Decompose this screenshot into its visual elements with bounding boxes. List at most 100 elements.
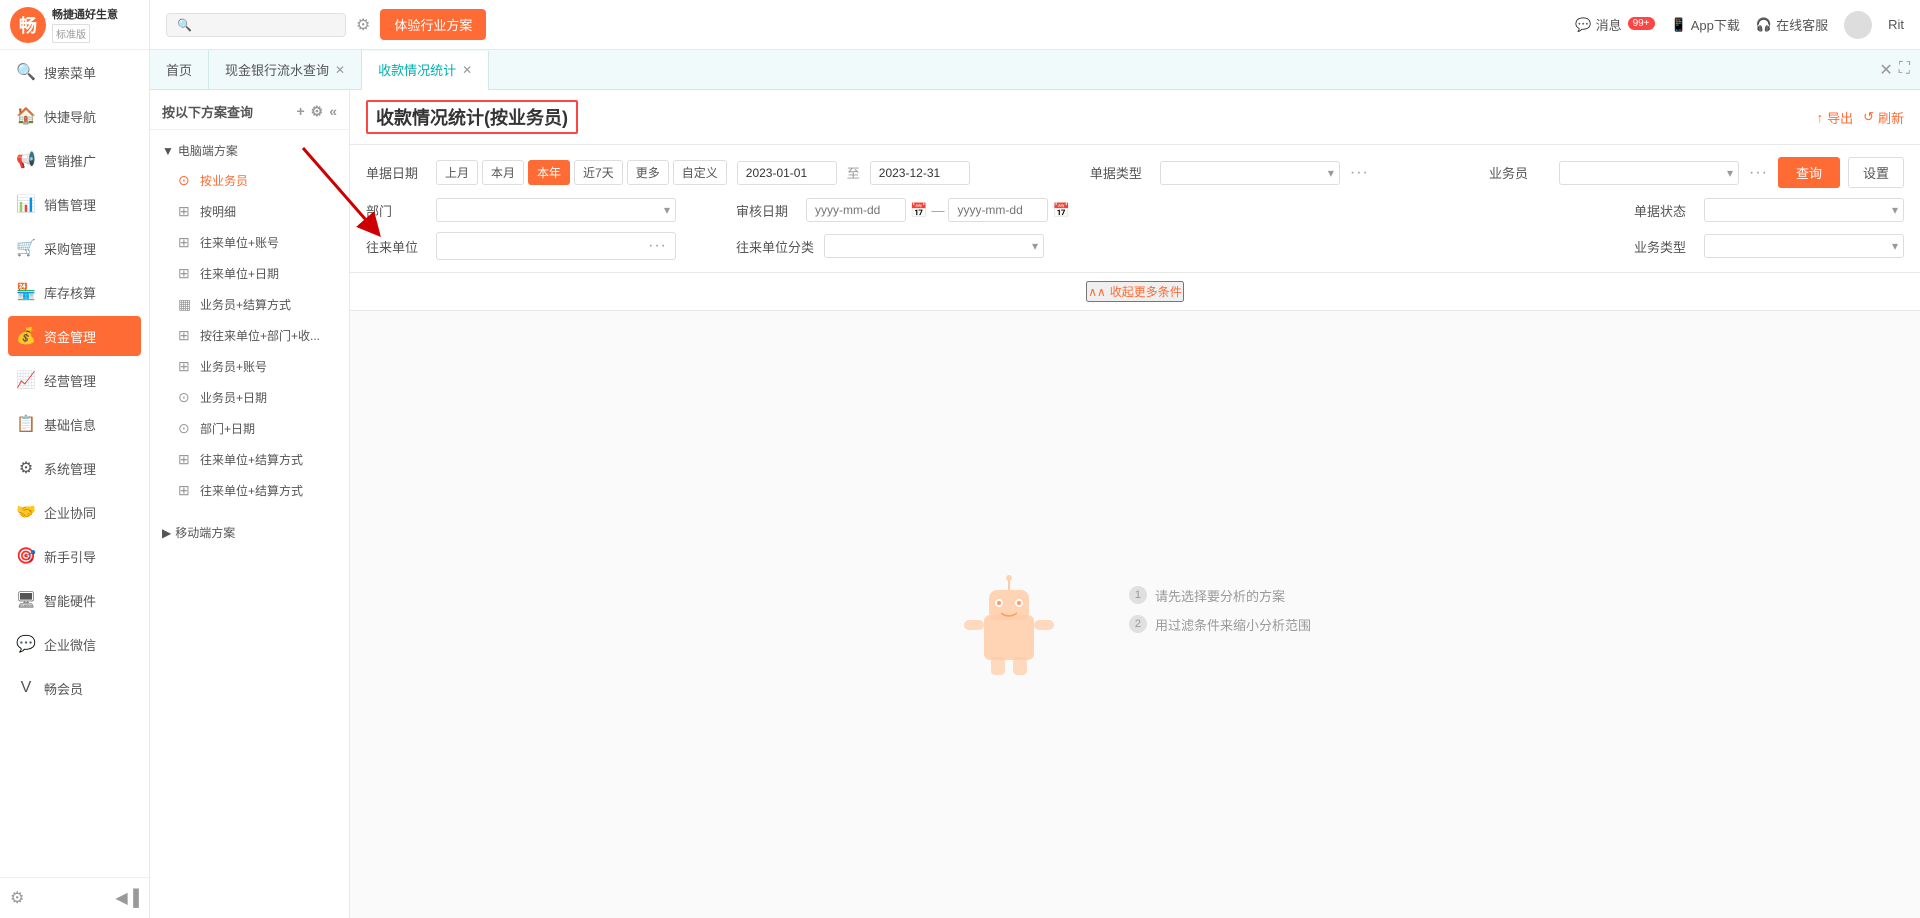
scheme-item-partner-settle2[interactable]: ⊞ 往来单位+结算方式 [150, 475, 349, 506]
staff-more-icon[interactable]: ··· [1749, 164, 1768, 182]
voucher-type-select[interactable] [1160, 161, 1340, 185]
scheme-item-icon-7: ⊙ [178, 389, 194, 406]
sidebar-label-hardware: 智能硬件 [44, 591, 96, 610]
date-btn-this-month[interactable]: 本月 [482, 160, 524, 185]
date-btn-last-7[interactable]: 近7天 [574, 160, 623, 185]
scheme-item-staff-date[interactable]: ⊙ 业务员+日期 [150, 382, 349, 413]
sidebar-item-marketing[interactable]: 📢 营销推广 [0, 138, 149, 182]
scheme-item-icon-6: ⊞ [178, 358, 194, 375]
date-btn-custom[interactable]: 自定义 [673, 160, 727, 185]
tab-collection-stats[interactable]: 收款情况统计 ✕ [362, 51, 489, 91]
scheme-collapse-icon[interactable]: « [329, 103, 337, 120]
date-to-input[interactable] [870, 161, 970, 185]
dept-select[interactable] [436, 198, 676, 222]
sidebar-item-guide[interactable]: 🎯 新手引导 [0, 534, 149, 578]
enterprise-icon: 🤝 [16, 502, 36, 522]
scheme-item-by-detail[interactable]: ⊞ 按明细 [150, 196, 349, 227]
review-date-inputs: 📅 — 📅 [806, 198, 1070, 222]
sidebar-item-finance[interactable]: 💰 资金管理 [8, 316, 141, 356]
mobile-scheme-section: ▶ 移动端方案 [150, 512, 349, 553]
sidebar-label-operation: 经营管理 [44, 371, 96, 390]
user-avatar[interactable] [1844, 11, 1872, 39]
sidebar-item-member[interactable]: V 畅会员 [0, 666, 149, 710]
sidebar-settings-icon[interactable]: ⚙ [10, 888, 24, 908]
desktop-scheme-title[interactable]: ▼ 电脑端方案 [150, 136, 349, 165]
date-btn-more[interactable]: 更多 [627, 160, 669, 185]
setting-button[interactable]: 设置 [1848, 157, 1904, 188]
app-download-label: App下载 [1691, 15, 1740, 34]
sidebar-item-basic[interactable]: 📋 基础信息 [0, 402, 149, 446]
tip-text-1: 请先选择要分析的方案 [1155, 586, 1285, 605]
date-btn-this-year[interactable]: 本年 [528, 160, 570, 185]
robot-svg [959, 565, 1059, 685]
counterpart-label: 往来单位 [366, 237, 426, 256]
query-button[interactable]: 查询 [1778, 157, 1840, 188]
mobile-scheme-title[interactable]: ▶ 移动端方案 [150, 518, 349, 547]
counterpart-category-select[interactable] [824, 234, 1044, 258]
export-button[interactable]: ↑ 导出 [1817, 108, 1854, 127]
counterpart-category-select-wrap [824, 234, 1044, 258]
doc-status-select[interactable] [1704, 198, 1904, 222]
sidebar-item-sales[interactable]: 📊 销售管理 [0, 182, 149, 226]
scheme-item-staff-payment[interactable]: ▦ 业务员+结算方式 [150, 289, 349, 320]
sidebar-item-purchase[interactable]: 🛒 采购管理 [0, 226, 149, 270]
sidebar-collapse-icon[interactable]: ◀▐ [115, 888, 139, 908]
counterpart-more-btn[interactable]: ··· [648, 237, 667, 255]
tab-collection-close-icon[interactable]: ✕ [462, 63, 472, 77]
scheme-setting-icon[interactable]: ⚙ [311, 103, 324, 120]
tip-text-2: 用过滤条件来缩小分析范围 [1155, 615, 1311, 634]
scheme-item-label-4: 业务员+结算方式 [200, 296, 291, 313]
biz-type-select-wrap [1704, 234, 1904, 258]
system-icon: ⚙ [16, 458, 36, 478]
sidebar-label-guide: 新手引导 [44, 547, 96, 566]
biz-type-select[interactable] [1704, 234, 1904, 258]
inventory-icon: 🏪 [16, 282, 36, 302]
download-icon: 📱 [1671, 17, 1687, 33]
add-scheme-icon[interactable]: + [296, 103, 304, 120]
sidebar-item-inventory[interactable]: 🏪 库存核算 [0, 270, 149, 314]
collapse-button[interactable]: ∧∧ 收起更多条件 [1086, 281, 1184, 302]
sidebar-label-marketing: 营销推广 [44, 151, 96, 170]
tab-expand-icon[interactable]: ⛶ [1899, 60, 1910, 80]
sidebar-item-hardware[interactable]: 🖥 智能硬件 [0, 578, 149, 622]
tab-home[interactable]: 首页 [150, 50, 209, 90]
scheme-item-icon-10: ⊞ [178, 482, 194, 499]
topbar-gear-icon[interactable]: ⚙ [356, 15, 370, 35]
trial-button[interactable]: 体验行业方案 [380, 9, 486, 40]
voucher-type-select-wrap [1160, 161, 1340, 185]
sidebar-item-system[interactable]: ⚙ 系统管理 [0, 446, 149, 490]
refresh-button[interactable]: ↺ 刷新 [1863, 108, 1904, 127]
scheme-item-by-staff[interactable]: ⊙ 按业务员 [150, 165, 349, 196]
review-date-from[interactable] [806, 198, 906, 222]
message-btn[interactable]: 💬 消息 99+ [1575, 15, 1654, 34]
voucher-type-more-icon[interactable]: ··· [1350, 164, 1369, 182]
sidebar-nav: 🔍 搜索菜单 🏠 快捷导航 📢 营销推广 📊 销售管理 🛒 采购管理 🏪 库存核… [0, 50, 149, 877]
sidebar-item-search[interactable]: 🔍 搜索菜单 [0, 50, 149, 94]
username-label: Rit [1888, 17, 1904, 32]
tab-close-all-icon[interactable]: ✕ [1879, 60, 1892, 80]
date-from-input[interactable] [737, 161, 837, 185]
sidebar-item-wechat[interactable]: 💬 企业微信 [0, 622, 149, 666]
scheme-item-partner-date[interactable]: ⊞ 往来单位+日期 [150, 258, 349, 289]
sidebar-item-quick[interactable]: 🏠 快捷导航 [0, 94, 149, 138]
scheme-item-label-6: 业务员+账号 [200, 358, 267, 375]
sidebar-item-enterprise[interactable]: 🤝 企业协同 [0, 490, 149, 534]
scheme-item-partner-account[interactable]: ⊞ 往来单位+账号 [150, 227, 349, 258]
review-date-to[interactable] [948, 198, 1048, 222]
scheme-item-partner-dept[interactable]: ⊞ 按往来单位+部门+收... [150, 320, 349, 351]
tab-bank-flow[interactable]: 现金银行流水查询 ✕ [209, 50, 362, 90]
scheme-item-staff-acct[interactable]: ⊞ 业务员+账号 [150, 351, 349, 382]
tab-bank-close-icon[interactable]: ✕ [335, 63, 345, 77]
member-icon: V [16, 678, 36, 698]
scheme-item-partner-settle1[interactable]: ⊞ 往来单位+结算方式 [150, 444, 349, 475]
sidebar-label-search: 搜索菜单 [44, 63, 96, 82]
app-download-btn[interactable]: 📱 App下载 [1671, 15, 1740, 34]
staff-select[interactable] [1559, 161, 1739, 185]
sidebar-item-operation[interactable]: 📈 经营管理 [0, 358, 149, 402]
filter-row-3: 往来单位 ··· 往来单位分类 业务类型 [366, 232, 1904, 260]
scheme-item-dept-date[interactable]: ⊙ 部门+日期 [150, 413, 349, 444]
online-service-btn[interactable]: 🎧 在线客服 [1756, 15, 1828, 34]
date-range-sep: 至 [847, 163, 860, 182]
date-btn-last-month[interactable]: 上月 [436, 160, 478, 185]
topbar-search-bar[interactable]: 🔍 [166, 13, 346, 37]
